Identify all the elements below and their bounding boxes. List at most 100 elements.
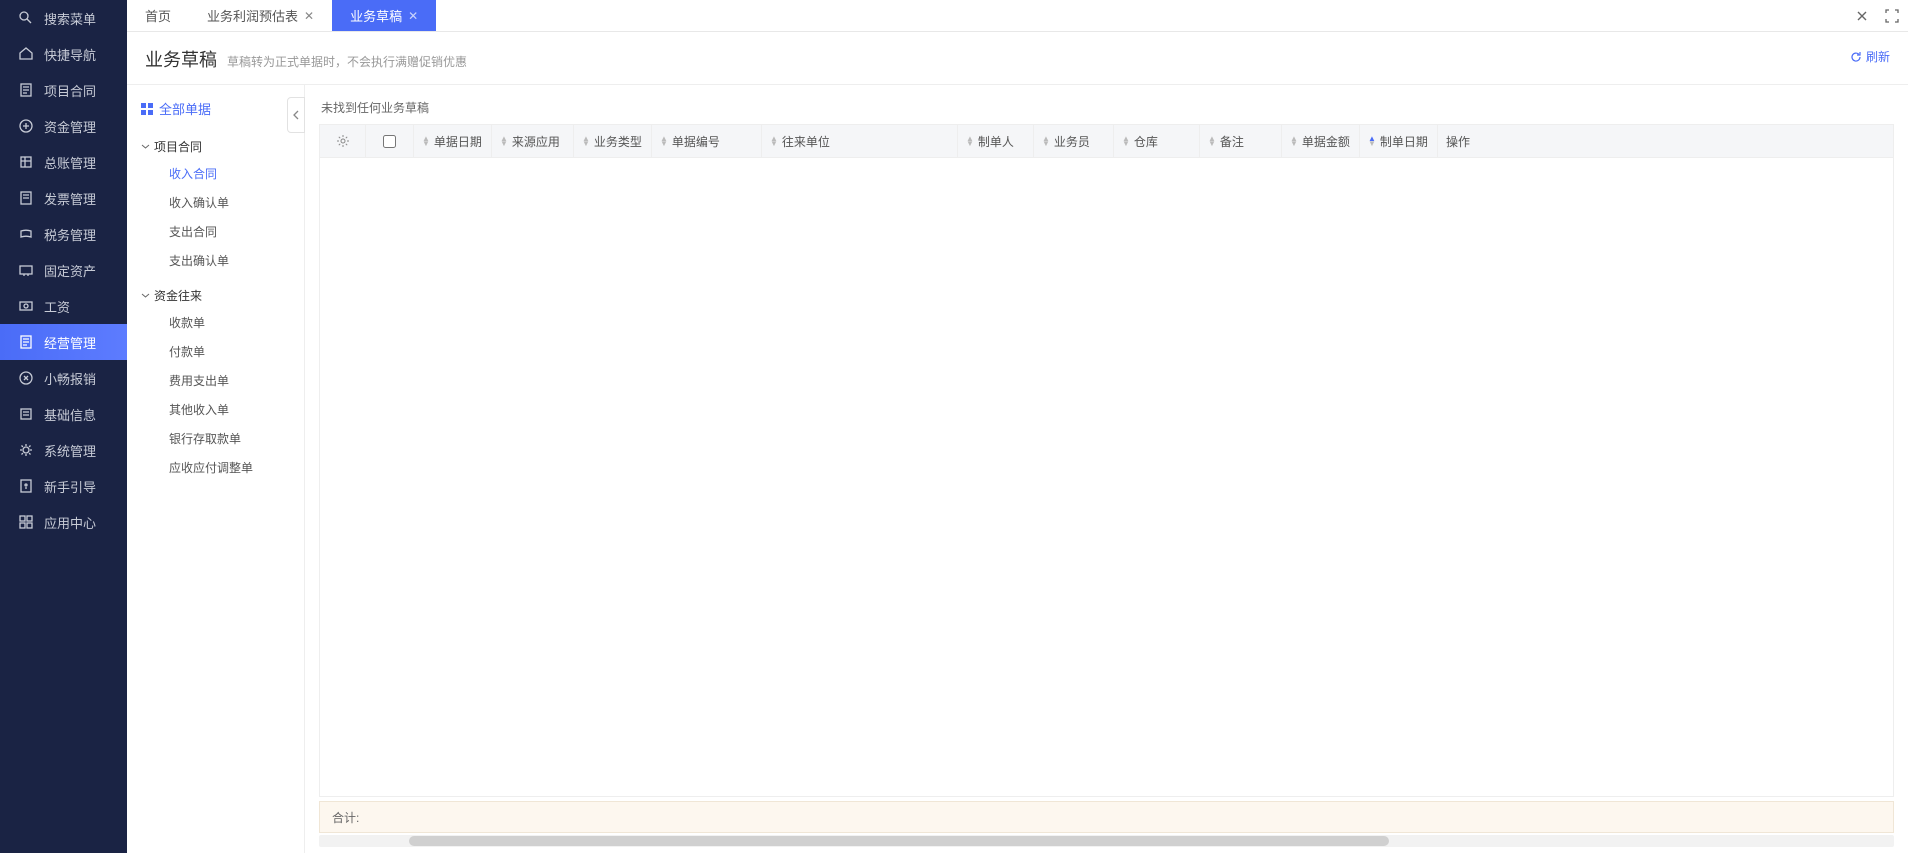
sidebar-item-apps[interactable]: 应用中心	[0, 504, 127, 540]
column-header[interactable]: ▲▼ 制单日期	[1360, 125, 1438, 157]
scrollbar-thumb[interactable]	[409, 836, 1389, 846]
sort-icon: ▲▼	[422, 136, 430, 146]
apps-icon	[18, 514, 34, 530]
sidebar-item-system[interactable]: 系统管理	[0, 432, 127, 468]
column-label: 单据金额	[1302, 133, 1350, 150]
sort-icon: ▲▼	[1290, 136, 1298, 146]
column-header[interactable]: ▲▼ 仓库	[1114, 125, 1200, 157]
main-area: 首页业务利润预估表✕业务草稿✕ 业务草稿 草稿转为正式单据时，不会执行满赠促销优…	[127, 0, 1908, 853]
sidebar-item-search[interactable]: 搜索菜单	[0, 0, 127, 36]
column-header[interactable]: ▲▼ 往来单位	[762, 125, 958, 157]
category-item[interactable]: 支出合同	[141, 217, 304, 246]
grid-icon	[141, 103, 153, 115]
select-all-checkbox[interactable]	[383, 135, 396, 148]
sidebar-item-label: 应用中心	[44, 513, 96, 532]
horizontal-scrollbar[interactable]	[319, 835, 1894, 847]
sort-icon: ▲▼	[770, 136, 778, 146]
column-header[interactable]: ▲▼单据日期	[414, 125, 492, 157]
asset-icon	[18, 262, 34, 278]
category-item[interactable]: 收入确认单	[141, 188, 304, 217]
tab-1[interactable]: 业务利润预估表✕	[189, 0, 332, 31]
expense-icon	[18, 370, 34, 386]
close-all-tabs-icon[interactable]	[1852, 6, 1872, 26]
page-title: 业务草稿	[145, 46, 217, 72]
column-label: 仓库	[1134, 133, 1158, 150]
category-group-header[interactable]: 资金往来	[141, 283, 304, 308]
sort-icon: ▲▼	[1122, 136, 1130, 146]
column-header[interactable]: ▲▼制单人	[958, 125, 1034, 157]
sort-icon: ▲▼	[1368, 136, 1376, 146]
refresh-icon	[1850, 51, 1862, 63]
column-label: 操作	[1446, 133, 1470, 150]
sidebar-item-label: 固定资产	[44, 261, 96, 280]
category-panel-header[interactable]: 全部单据	[127, 93, 304, 128]
category-group-title: 资金往来	[154, 287, 202, 304]
sidebar-item-guide[interactable]: 新手引导	[0, 468, 127, 504]
category-item[interactable]: 付款单	[141, 337, 304, 366]
tab-2[interactable]: 业务草稿 ✕	[332, 0, 436, 31]
sidebar-item-label: 快捷导航	[44, 45, 96, 64]
sidebar-item-ledger[interactable]: 总账管理	[0, 144, 127, 180]
table-area: 未找到任何业务草稿 ▲▼单据日期▲▼来源应用▲▼业务类型▲▼单据编号▲▼往来单位…	[305, 85, 1908, 853]
sidebar-item-label: 发票管理	[44, 189, 96, 208]
sidebar-item-info[interactable]: 基础信息	[0, 396, 127, 432]
funds-icon	[18, 118, 34, 134]
collapse-panel-button[interactable]	[287, 97, 305, 133]
category-item[interactable]: 支出确认单	[141, 246, 304, 275]
tab-label: 业务草稿	[350, 6, 402, 25]
sort-icon: ▲▼	[582, 136, 590, 146]
category-item[interactable]: 应收应付调整单	[141, 453, 304, 482]
column-label: 业务类型	[594, 133, 642, 150]
sidebar-item-expense[interactable]: 小畅报销	[0, 360, 127, 396]
column-label: 单据编号	[672, 133, 720, 150]
column-header[interactable]: ▲▼ 业务类型	[574, 125, 652, 157]
fullscreen-icon[interactable]	[1882, 6, 1902, 26]
guide-icon	[18, 478, 34, 494]
column-header[interactable]: ▲▼ 单据金额	[1282, 125, 1360, 157]
sidebar-item-asset[interactable]: 固定资产	[0, 252, 127, 288]
salary-icon	[18, 298, 34, 314]
column-label: 制单人	[978, 133, 1014, 150]
system-icon	[18, 442, 34, 458]
business-icon	[18, 334, 34, 350]
sidebar-item-funds[interactable]: 资金管理	[0, 108, 127, 144]
sidebar-item-label: 系统管理	[44, 441, 96, 460]
refresh-button[interactable]: 刷新	[1850, 48, 1890, 65]
sidebar-item-label: 项目合同	[44, 81, 96, 100]
column-header[interactable]: ▲▼单据编号	[652, 125, 762, 157]
footer-total-label: 合计:	[332, 809, 359, 826]
column-label: 往来单位	[782, 133, 830, 150]
sort-icon: ▲▼	[500, 136, 508, 146]
category-item[interactable]: 其他收入单	[141, 395, 304, 424]
gear-icon	[336, 134, 350, 148]
ledger-icon	[18, 154, 34, 170]
column-header[interactable]: ▲▼来源应用	[492, 125, 574, 157]
column-header[interactable]: 操作	[1438, 125, 1522, 157]
sidebar-item-invoice[interactable]: 发票管理	[0, 180, 127, 216]
refresh-label: 刷新	[1866, 48, 1890, 65]
sidebar-item-label: 搜索菜单	[44, 9, 96, 28]
category-group-header[interactable]: 项目合同	[141, 134, 304, 159]
column-header[interactable]: ▲▼备注	[1200, 125, 1282, 157]
column-header[interactable]: ▲▼业务员	[1034, 125, 1114, 157]
sidebar-item-tax[interactable]: 税务管理	[0, 216, 127, 252]
category-item[interactable]: 收入合同	[141, 159, 304, 188]
category-item[interactable]: 收款单	[141, 308, 304, 337]
column-label: 业务员	[1054, 133, 1090, 150]
sidebar-item-salary[interactable]: 工资	[0, 288, 127, 324]
tab-close-icon[interactable]: ✕	[304, 9, 314, 23]
category-item[interactable]: 费用支出单	[141, 366, 304, 395]
sidebar-item-business[interactable]: 经营管理	[0, 324, 127, 360]
sidebar-item-label: 新手引导	[44, 477, 96, 496]
category-item[interactable]: 银行存取款单	[141, 424, 304, 453]
column-settings-button[interactable]	[320, 125, 366, 157]
sidebar-item-label: 资金管理	[44, 117, 96, 136]
sidebar-item-home[interactable]: 快捷导航	[0, 36, 127, 72]
column-label: 制单日期	[1380, 133, 1428, 150]
tab-close-icon[interactable]: ✕	[408, 9, 418, 23]
category-group-title: 项目合同	[154, 138, 202, 155]
tab-0[interactable]: 首页	[127, 0, 189, 31]
select-all-cell	[366, 125, 414, 157]
sidebar-item-label: 经营管理	[44, 333, 96, 352]
sidebar-item-contract[interactable]: 项目合同	[0, 72, 127, 108]
